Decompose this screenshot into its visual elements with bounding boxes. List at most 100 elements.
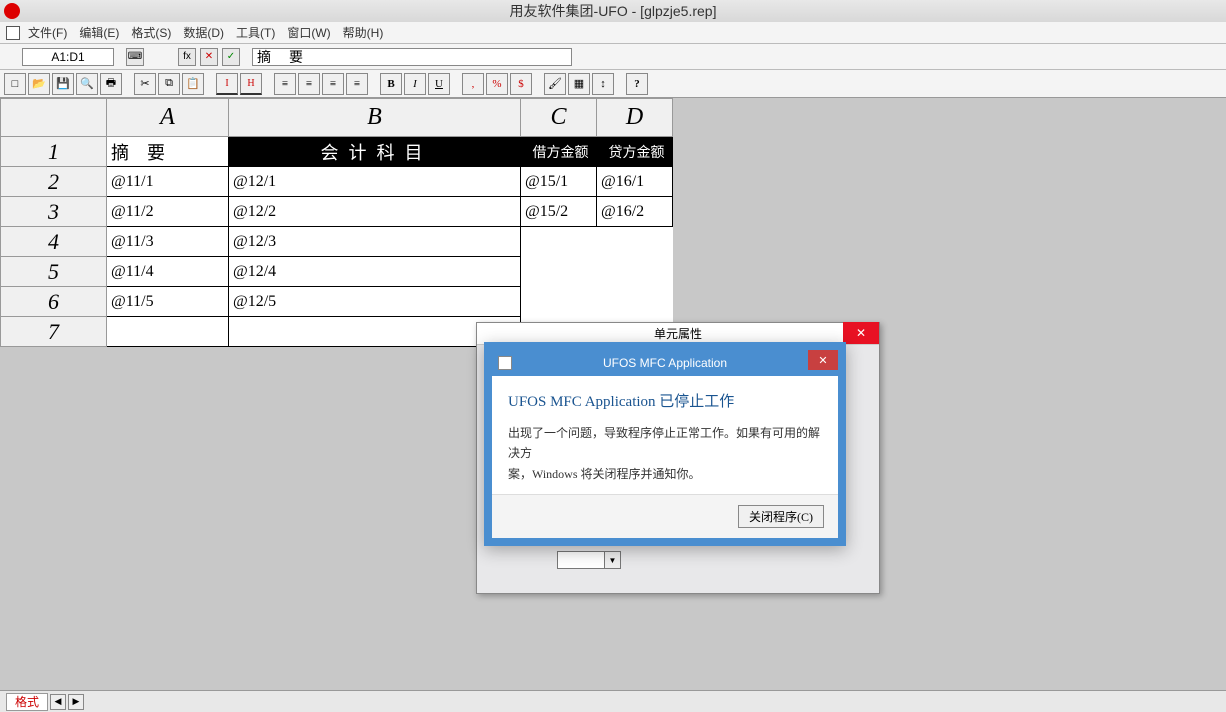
comma-button[interactable]: , bbox=[462, 73, 484, 95]
properties-close-button[interactable]: ✕ bbox=[843, 322, 879, 344]
cell[interactable] bbox=[521, 227, 597, 257]
keyboard-icon[interactable]: ⌨ bbox=[126, 48, 144, 66]
new-button[interactable]: □ bbox=[4, 73, 26, 95]
menu-window[interactable]: 窗口(W) bbox=[287, 24, 330, 41]
tab-nav-next[interactable]: ▶ bbox=[68, 694, 84, 710]
corner-cell[interactable] bbox=[1, 99, 107, 137]
toolbar: □ 📂 💾 🔍 🖶 ✂ ⧉ 📋 I H ≡ ≡ ≡ ≡ B I U , % $ … bbox=[0, 70, 1226, 98]
cell[interactable] bbox=[597, 227, 673, 257]
cell[interactable]: @16/1 bbox=[597, 167, 673, 197]
bold-button[interactable]: B bbox=[380, 73, 402, 95]
menu-tool[interactable]: 工具(T) bbox=[236, 24, 275, 41]
row-header[interactable]: 2 bbox=[1, 167, 107, 197]
align-center-button[interactable]: ≡ bbox=[298, 73, 320, 95]
menu-file[interactable]: 文件(F) bbox=[28, 24, 67, 41]
fill-button[interactable]: ▦ bbox=[568, 73, 590, 95]
cell-d1[interactable]: 贷方金额 bbox=[597, 137, 673, 167]
row-header[interactable]: 7 bbox=[1, 317, 107, 347]
menu-format[interactable]: 格式(S) bbox=[131, 24, 171, 41]
accept-formula-button[interactable]: ✓ bbox=[222, 48, 240, 66]
chevron-down-icon: ▼ bbox=[604, 552, 620, 568]
paste-button[interactable]: 📋 bbox=[182, 73, 204, 95]
cell[interactable]: @15/1 bbox=[521, 167, 597, 197]
row-header[interactable]: 1 bbox=[1, 137, 107, 167]
underline-button[interactable]: U bbox=[428, 73, 450, 95]
row-header[interactable]: 3 bbox=[1, 197, 107, 227]
window-title: 用友软件集团-UFO - [glpzje5.rep] bbox=[510, 1, 717, 21]
cell[interactable]: @11/1 bbox=[107, 167, 229, 197]
menu-edit[interactable]: 编辑(E) bbox=[79, 24, 119, 41]
percent-button[interactable]: % bbox=[486, 73, 508, 95]
dialog-title-bar[interactable]: UFOS MFC Application ✕ bbox=[492, 350, 838, 376]
cell[interactable]: @15/2 bbox=[521, 197, 597, 227]
cut-button[interactable]: ✂ bbox=[134, 73, 156, 95]
sort-button[interactable]: ↕ bbox=[592, 73, 614, 95]
row-header[interactable]: 6 bbox=[1, 287, 107, 317]
insert-row-button[interactable]: H bbox=[240, 73, 262, 95]
row-header[interactable]: 5 bbox=[1, 257, 107, 287]
cell[interactable]: @11/2 bbox=[107, 197, 229, 227]
cell[interactable]: @16/2 bbox=[597, 197, 673, 227]
document-icon bbox=[6, 26, 20, 40]
cell-b1[interactable]: 会计科目 bbox=[229, 137, 521, 167]
insert-col-button[interactable]: I bbox=[216, 73, 238, 95]
sheet-tabs-bar: 格式 ◀ ▶ bbox=[0, 690, 1226, 712]
cell-c1[interactable]: 借方金额 bbox=[521, 137, 597, 167]
save-button[interactable]: 💾 bbox=[52, 73, 74, 95]
col-header-b[interactable]: B bbox=[229, 99, 521, 137]
help-button[interactable]: ? bbox=[626, 73, 648, 95]
cell[interactable]: @12/3 bbox=[229, 227, 521, 257]
cell[interactable] bbox=[521, 257, 597, 287]
cell[interactable] bbox=[597, 287, 673, 317]
cell[interactable] bbox=[597, 257, 673, 287]
preview-button[interactable]: 🔍 bbox=[76, 73, 98, 95]
cell[interactable]: @12/1 bbox=[229, 167, 521, 197]
error-dialog: UFOS MFC Application ✕ UFOS MFC Applicat… bbox=[484, 342, 846, 546]
cancel-formula-button[interactable]: ✕ bbox=[200, 48, 218, 66]
close-program-button[interactable]: 关闭程序(C) bbox=[738, 505, 824, 528]
brush-button[interactable]: 🖌 bbox=[544, 73, 566, 95]
print-button[interactable]: 🖶 bbox=[100, 73, 122, 95]
fx-button[interactable]: fx bbox=[178, 48, 196, 66]
line-color-combo[interactable]: ▼ bbox=[557, 551, 621, 569]
formula-input[interactable]: 摘要 bbox=[252, 48, 572, 66]
dialog-heading: UFOS MFC Application 已停止工作 bbox=[508, 390, 822, 411]
col-header-d[interactable]: D bbox=[597, 99, 673, 137]
italic-button[interactable]: I bbox=[404, 73, 426, 95]
copy-button[interactable]: ⧉ bbox=[158, 73, 180, 95]
cell[interactable]: @12/2 bbox=[229, 197, 521, 227]
tab-nav-prev[interactable]: ◀ bbox=[50, 694, 66, 710]
dialog-title: UFOS MFC Application bbox=[603, 356, 727, 370]
cell[interactable]: @11/5 bbox=[107, 287, 229, 317]
menu-data[interactable]: 数据(D) bbox=[183, 24, 224, 41]
dialog-message-line1: 出现了一个问题，导致程序停止正常工作。如果有可用的解决方 bbox=[508, 423, 822, 464]
dialog-message-line2: 案，Windows 将关闭程序并通知你。 bbox=[508, 464, 822, 484]
align-right-button[interactable]: ≡ bbox=[322, 73, 344, 95]
app-icon bbox=[4, 3, 20, 19]
menu-help[interactable]: 帮助(H) bbox=[343, 24, 384, 41]
cell[interactable]: @12/4 bbox=[229, 257, 521, 287]
col-header-c[interactable]: C bbox=[521, 99, 597, 137]
dialog-close-button[interactable]: ✕ bbox=[808, 350, 838, 370]
row-header[interactable]: 4 bbox=[1, 227, 107, 257]
open-button[interactable]: 📂 bbox=[28, 73, 50, 95]
cell[interactable]: @11/4 bbox=[107, 257, 229, 287]
cell[interactable]: @12/5 bbox=[229, 287, 521, 317]
window-title-bar: 用友软件集团-UFO - [glpzje5.rep] bbox=[0, 0, 1226, 22]
cell-a1[interactable]: 摘要 bbox=[107, 137, 229, 167]
col-header-a[interactable]: A bbox=[107, 99, 229, 137]
properties-title: 单元属性 bbox=[654, 325, 702, 342]
align-justify-button[interactable]: ≡ bbox=[346, 73, 368, 95]
formula-bar: A1:D1 ⌨ fx ✕ ✓ 摘要 bbox=[0, 44, 1226, 70]
cell[interactable]: @11/3 bbox=[107, 227, 229, 257]
currency-button[interactable]: $ bbox=[510, 73, 532, 95]
cell[interactable] bbox=[521, 287, 597, 317]
dialog-app-icon bbox=[498, 356, 512, 370]
cell-reference-box[interactable]: A1:D1 bbox=[22, 48, 114, 66]
menu-bar: 文件(F) 编辑(E) 格式(S) 数据(D) 工具(T) 窗口(W) 帮助(H… bbox=[0, 22, 1226, 44]
align-left-button[interactable]: ≡ bbox=[274, 73, 296, 95]
cell[interactable] bbox=[107, 317, 229, 347]
sheet-tab-format[interactable]: 格式 bbox=[6, 693, 48, 711]
spreadsheet-grid[interactable]: A B C D 1 摘要 会计科目 借方金额 贷方金额 2 @11/1 @12/… bbox=[0, 98, 673, 347]
sheet-area: A B C D 1 摘要 会计科目 借方金额 贷方金额 2 @11/1 @12/… bbox=[0, 98, 1226, 698]
